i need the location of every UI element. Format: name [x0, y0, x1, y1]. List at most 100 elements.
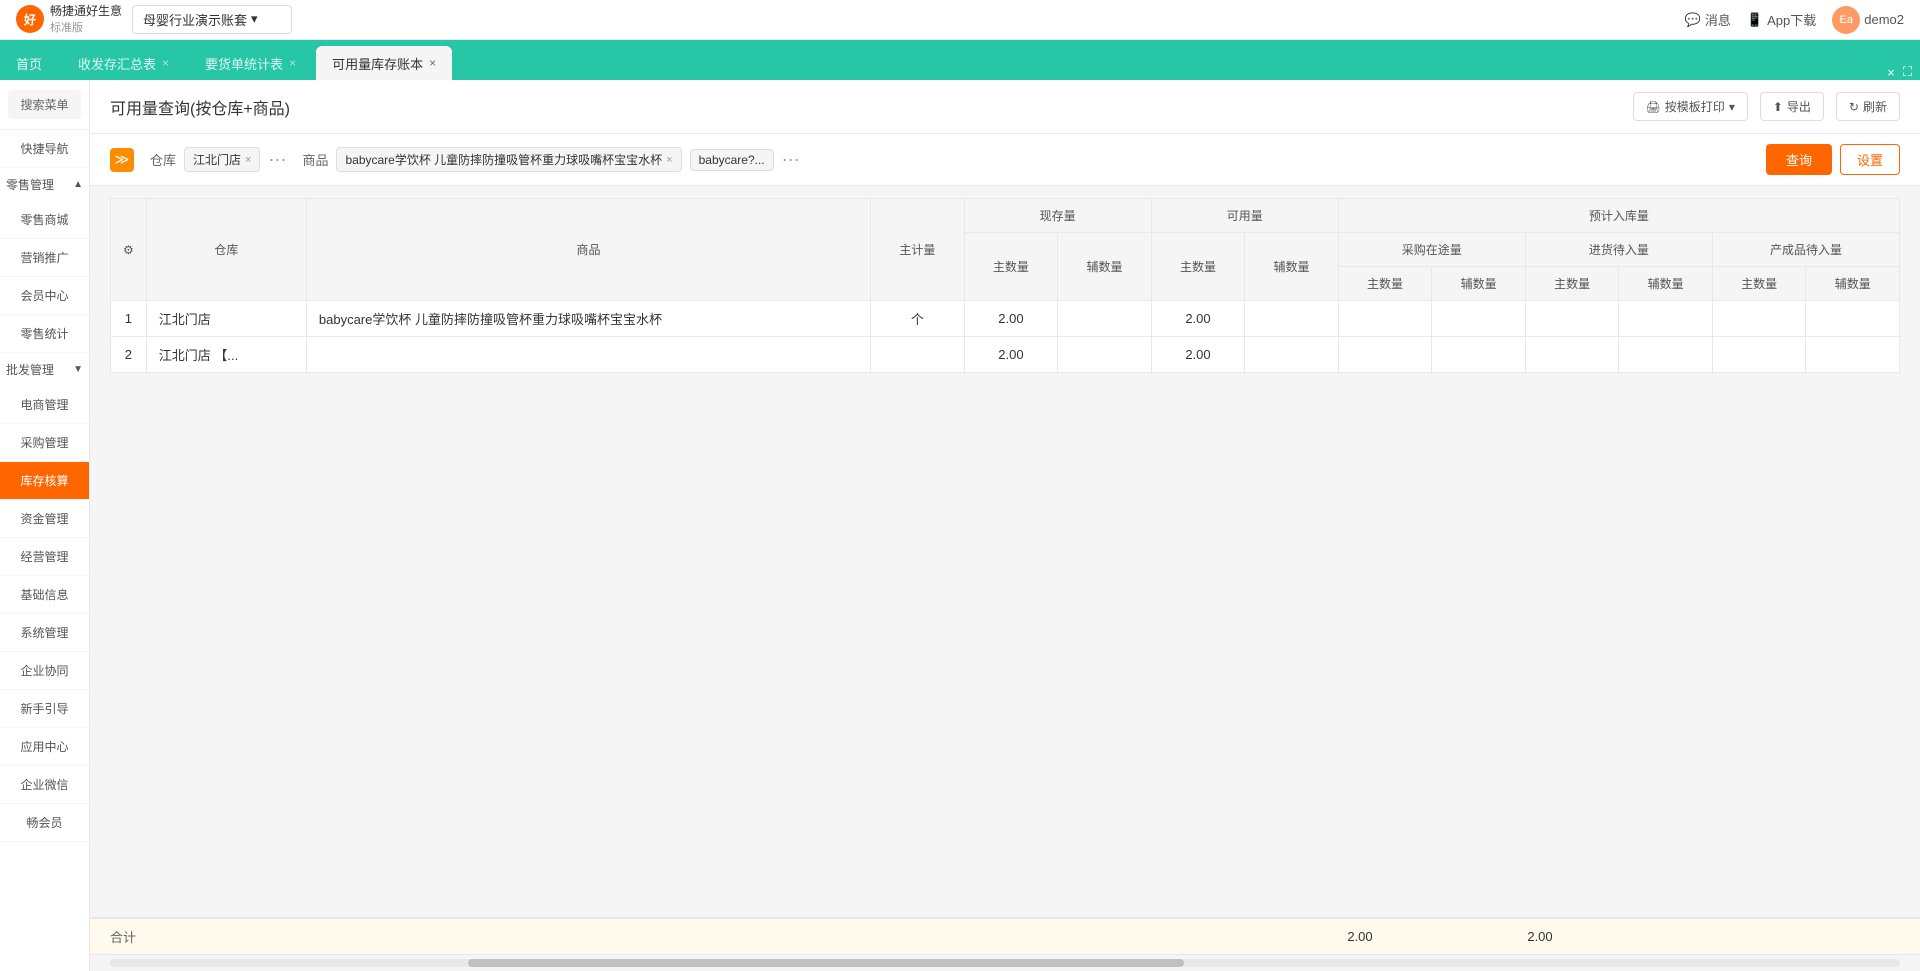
product-filter-label: 商品	[302, 150, 328, 169]
product-filter-close1[interactable]: ×	[666, 154, 672, 166]
scroll-bar-track[interactable]	[110, 959, 1900, 967]
sidebar-item-marketing[interactable]: 营销推广	[0, 239, 89, 277]
tab-order-stats-label: 要货单统计表	[205, 54, 283, 73]
sidebar-item-enterprise-wechat[interactable]: 企业微信	[0, 766, 89, 804]
table-row: 2 江北门店 【... 2.00 2.00	[111, 337, 1900, 373]
sidebar-item-quick-nav[interactable]: 快捷导航	[0, 130, 89, 168]
sidebar-item-app-center[interactable]: 应用中心	[0, 728, 89, 766]
sidebar-item-ecommerce[interactable]: 电商管理	[0, 386, 89, 424]
marketing-label: 营销推广	[20, 249, 68, 266]
cell-unit: 个	[871, 301, 965, 337]
top-bar-right: 💬 消息 📱 App下载 Ea demo2	[1685, 6, 1904, 34]
scroll-bar-thumb[interactable]	[468, 959, 1184, 967]
th-incoming-main: 主数量	[1525, 267, 1619, 301]
th-incoming-aux: 辅数量	[1619, 267, 1713, 301]
th-product-main: 主数量	[1712, 267, 1806, 301]
sidebar: 搜索菜单 快捷导航 零售管理 ▲ 零售商城 营销推广 会员中心 零售统计 批发管…	[0, 80, 90, 971]
cell-current-main: 2.00	[964, 337, 1058, 373]
warehouse-filter-close[interactable]: ×	[245, 154, 251, 166]
cell-warehouse: 江北门店 【...	[146, 337, 306, 373]
sidebar-item-enterprise-collab[interactable]: 企业协同	[0, 652, 89, 690]
product-filter-value1: babycare学饮杯 儿童防摔防撞吸管杯重力球吸嘴杯宝宝水杯	[345, 151, 662, 168]
data-table: ⚙ 仓库 商品 主计量 现存量 可用量 预计入库量 主数量 辅数量 主数量 辅数…	[110, 198, 1900, 373]
tab-available-stock[interactable]: 可用量库存账本 ×	[316, 46, 452, 80]
filter-expand-button[interactable]: ≫	[110, 148, 134, 172]
main-layout: 搜索菜单 快捷导航 零售管理 ▲ 零售商城 营销推广 会员中心 零售统计 批发管…	[0, 80, 1920, 971]
warehouse-filter-more[interactable]: ···	[268, 149, 286, 170]
sidebar-item-operations[interactable]: 经营管理	[0, 538, 89, 576]
sidebar-item-retail-mall[interactable]: 零售商城	[0, 201, 89, 239]
tab-maximize-icon[interactable]: ⛶	[1903, 64, 1912, 80]
export-icon: ⬆	[1773, 100, 1783, 114]
industry-selector[interactable]: 母婴行业演示账套 ▾	[132, 5, 292, 34]
cell-available-main: 2.00	[1151, 337, 1245, 373]
cell-product-aux	[1806, 337, 1900, 373]
message-icon: 💬	[1685, 12, 1701, 28]
sidebar-item-vip[interactable]: 畅会员	[0, 804, 89, 842]
tab-close-all-icon[interactable]: ×	[1887, 65, 1895, 80]
product-filter-tag1[interactable]: babycare学饮杯 儿童防摔防撞吸管杯重力球吸嘴杯宝宝水杯 ×	[336, 147, 681, 172]
scroll-bar-area	[90, 954, 1920, 971]
sidebar-item-purchase[interactable]: 采购管理	[0, 424, 89, 462]
table-row: 1 江北门店 babycare学饮杯 儿童防摔防撞吸管杯重力球吸嘴杯宝宝水杯 个…	[111, 301, 1900, 337]
cell-purchase-aux	[1432, 301, 1526, 337]
sidebar-item-finance[interactable]: 资金管理	[0, 500, 89, 538]
tab-home[interactable]: 首页	[0, 46, 58, 80]
member-label: 会员中心	[20, 287, 68, 304]
sidebar-item-new-guide[interactable]: 新手引导	[0, 690, 89, 728]
tab-order-stats[interactable]: 要货单统计表 ×	[189, 46, 312, 80]
search-menu-button[interactable]: 搜索菜单	[8, 90, 81, 119]
template-print-label: 按模板打印	[1665, 98, 1725, 115]
cell-index: 1	[111, 301, 147, 337]
app-download-button[interactable]: 📱 App下载	[1747, 10, 1816, 29]
footer-label: 合计	[110, 927, 136, 946]
logo-sub: 标准版	[50, 19, 122, 35]
settings-button[interactable]: 设置	[1840, 144, 1900, 175]
tab-order-stats-close[interactable]: ×	[289, 56, 296, 70]
retail-mall-label: 零售商城	[20, 211, 68, 228]
logo-text-area: 畅捷通好生意 标准版	[50, 4, 122, 34]
sidebar-item-wholesale[interactable]: 批发管理 ▼	[0, 353, 89, 386]
th-warehouse: 仓库	[146, 199, 306, 301]
tab-bar: 首页 收发存汇总表 × 要货单统计表 × 可用量库存账本 × × ⛶	[0, 40, 1920, 80]
th-available-aux: 辅数量	[1245, 233, 1339, 301]
product-filter-tag2[interactable]: babycare?...	[690, 149, 774, 171]
tab-income-summary-close[interactable]: ×	[162, 56, 169, 70]
sidebar-item-inventory[interactable]: 库存核算	[0, 462, 89, 500]
chevron-down-icon: ▾	[251, 11, 258, 27]
cell-available-aux	[1245, 301, 1339, 337]
message-button[interactable]: 💬 消息	[1685, 10, 1731, 29]
cell-purchase-main	[1338, 301, 1432, 337]
cell-current-aux	[1058, 301, 1152, 337]
cell-available-aux	[1245, 337, 1339, 373]
retail-mgmt-label: 零售管理	[6, 176, 54, 193]
user-area[interactable]: Ea demo2	[1832, 6, 1904, 34]
template-print-button[interactable]: 🖨 按模板打印 ▾	[1633, 92, 1748, 121]
cell-incoming-main	[1525, 337, 1619, 373]
cell-product: babycare学饮杯 儿童防摔防撞吸管杯重力球吸嘴杯宝宝水杯	[306, 301, 870, 337]
product-filter-more[interactable]: ···	[782, 149, 800, 170]
tab-income-summary[interactable]: 收发存汇总表 ×	[62, 46, 185, 80]
sidebar-item-retail-mgmt[interactable]: 零售管理 ▲	[0, 168, 89, 201]
warehouse-filter-tag[interactable]: 江北门店 ×	[184, 147, 260, 172]
cell-product	[306, 337, 870, 373]
logo-area: 好 畅捷通好生意 标准版	[16, 4, 122, 34]
th-purchase-aux: 辅数量	[1432, 267, 1526, 301]
sidebar-item-basic-info[interactable]: 基础信息	[0, 576, 89, 614]
sidebar-item-system[interactable]: 系统管理	[0, 614, 89, 652]
cell-incoming-main	[1525, 301, 1619, 337]
page-actions: 🖨 按模板打印 ▾ ⬆ 导出 ↻ 刷新	[1633, 92, 1900, 121]
th-settings[interactable]: ⚙	[111, 199, 147, 301]
wholesale-arrow: ▼	[73, 364, 83, 375]
cell-available-main: 2.00	[1151, 301, 1245, 337]
sidebar-item-member[interactable]: 会员中心	[0, 277, 89, 315]
cell-incoming-aux	[1619, 301, 1713, 337]
sidebar-item-retail-stats[interactable]: 零售统计	[0, 315, 89, 353]
retail-mgmt-arrow: ▲	[73, 179, 83, 190]
export-button[interactable]: ⬆ 导出	[1760, 92, 1824, 121]
quick-nav-label: 快捷导航	[20, 140, 68, 157]
th-available-main: 主数量	[1151, 233, 1245, 301]
query-button[interactable]: 查询	[1766, 144, 1832, 175]
tab-available-stock-close[interactable]: ×	[429, 56, 436, 70]
refresh-button[interactable]: ↻ 刷新	[1836, 92, 1900, 121]
